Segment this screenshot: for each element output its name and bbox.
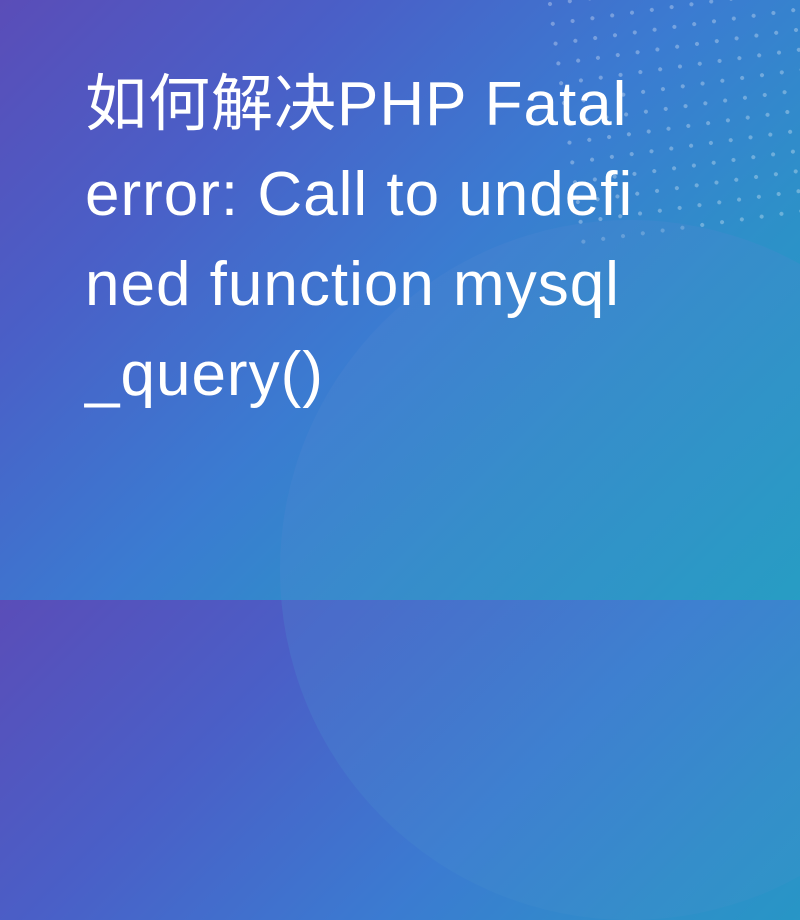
page-title: 如何解决PHP Fatal error: Call to undefined f… — [85, 60, 645, 420]
